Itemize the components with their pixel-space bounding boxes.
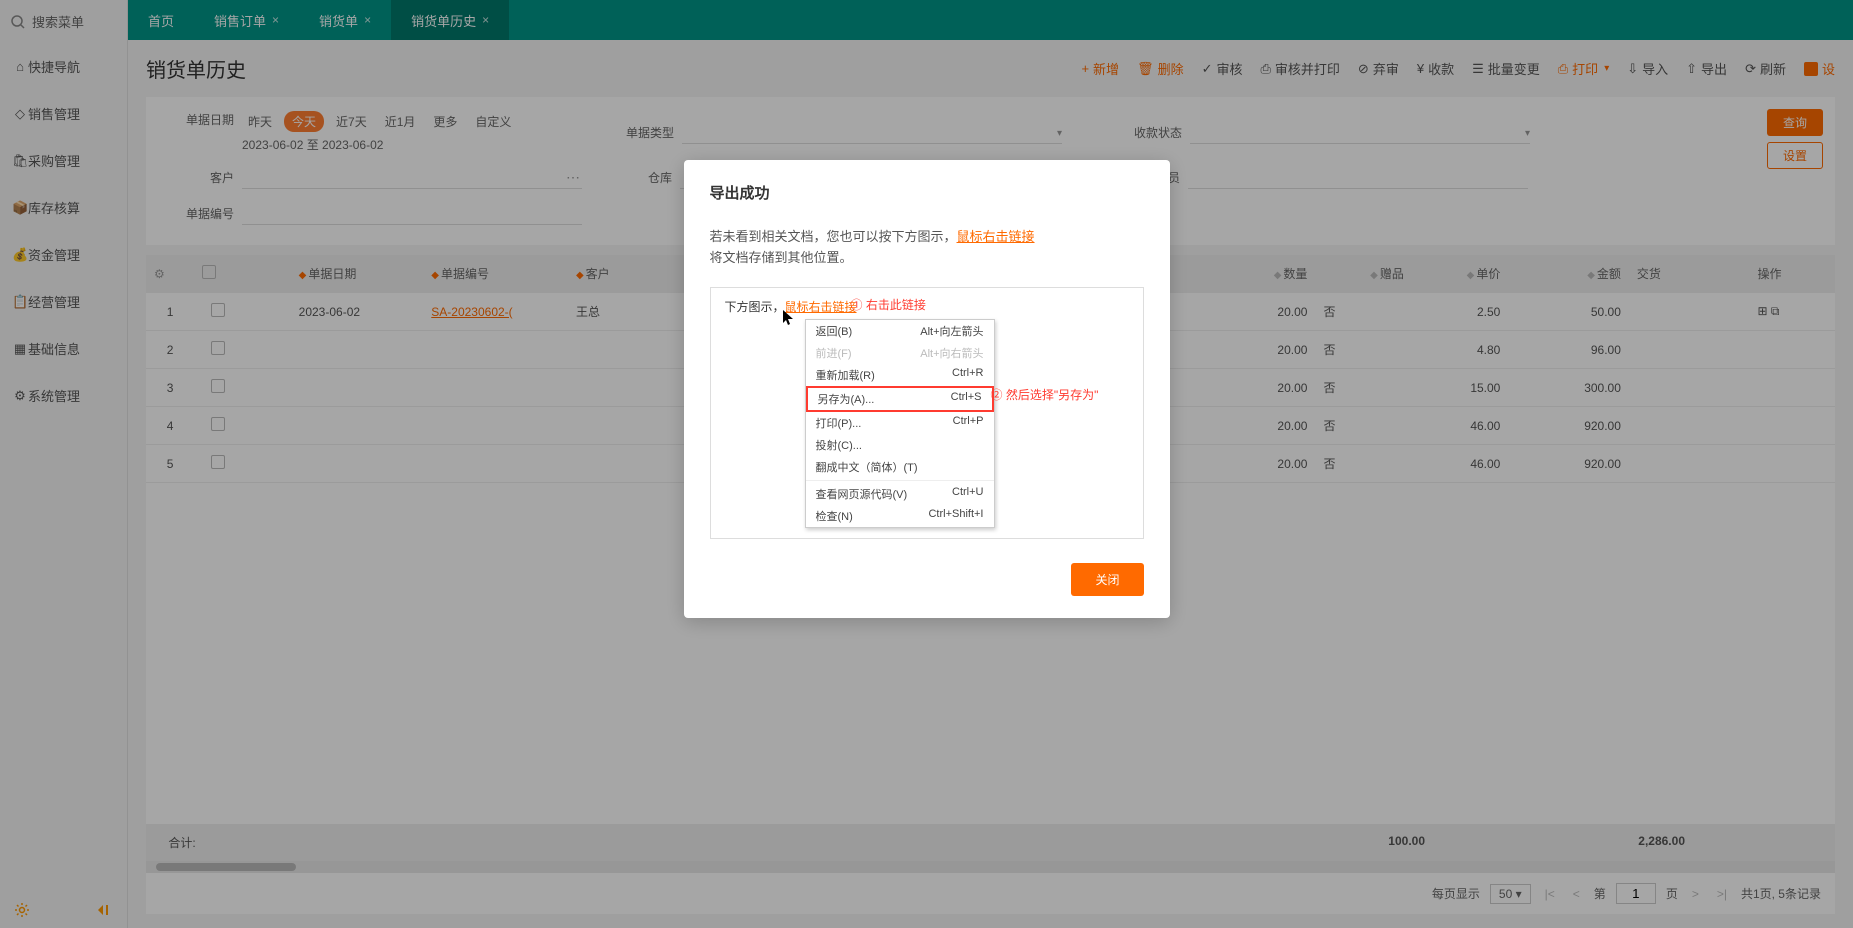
ctx-item: 打印(P)...Ctrl+P (806, 412, 994, 434)
annotation-2: ② 然后选择"另存为" (991, 386, 1099, 403)
ctx-item: 查看网页源代码(V)Ctrl+U (806, 483, 994, 505)
ctx-item: 检查(N)Ctrl+Shift+I (806, 505, 994, 527)
annotation-1: ① 右击此链接 (851, 296, 926, 313)
instruction-image: ① 右击此链接 ② 然后选择"另存为" 下方图示，鼠标右击链接 返回(B)Alt… (710, 287, 1144, 539)
demo-link: 鼠标右击链接 (785, 300, 857, 314)
ctx-item: 前进(F)Alt+向右箭头 (806, 342, 994, 364)
export-success-modal: 导出成功 若未看到相关文档，您也可以按下方图示，鼠标右击链接 将文档存储到其他位… (684, 160, 1170, 618)
ctx-item: 重新加载(R)Ctrl+R (806, 364, 994, 386)
ctx-item: 翻成中文（简体）(T) (806, 456, 994, 478)
ctx-item: 返回(B)Alt+向左箭头 (806, 320, 994, 342)
ctx-item: 另存为(A)...Ctrl+S (806, 386, 994, 412)
close-button[interactable]: 关闭 (1071, 563, 1143, 596)
cursor-icon (783, 310, 795, 326)
ctx-item: 投射(C)... (806, 434, 994, 456)
modal-text: 若未看到相关文档，您也可以按下方图示，鼠标右击链接 将文档存储到其他位置。 (710, 227, 1144, 269)
modal-title: 导出成功 (710, 182, 1144, 203)
modal-overlay: 导出成功 若未看到相关文档，您也可以按下方图示，鼠标右击链接 将文档存储到其他位… (0, 0, 1853, 928)
context-menu: 返回(B)Alt+向左箭头前进(F)Alt+向右箭头重新加载(R)Ctrl+R另… (805, 319, 995, 528)
right-click-link[interactable]: 鼠标右击链接 (957, 229, 1035, 244)
